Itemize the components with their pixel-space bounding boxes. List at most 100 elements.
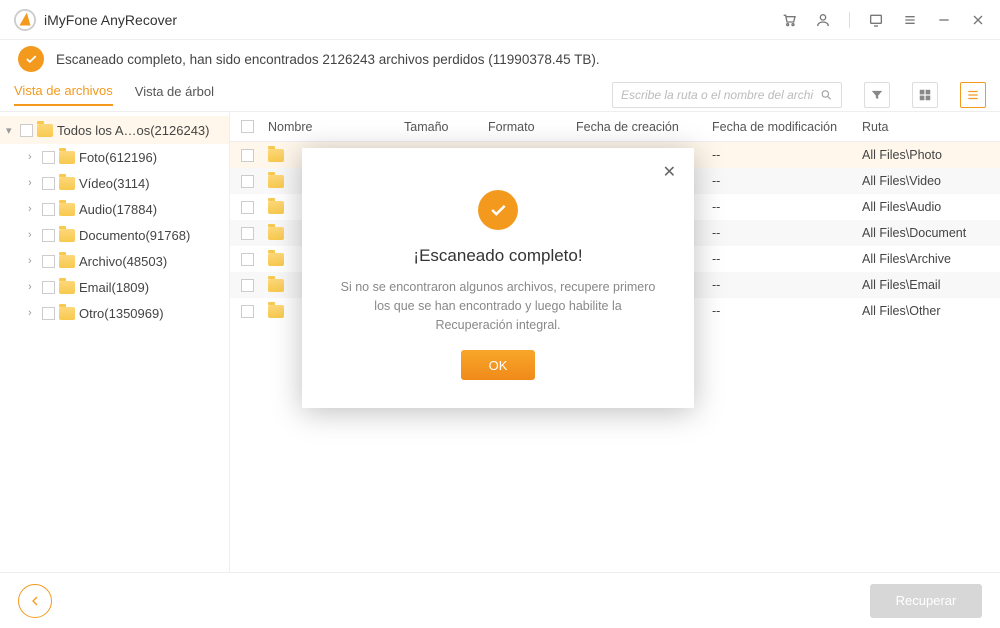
modal-ok-button[interactable]: OK [461,350,535,380]
modal-close-button[interactable]: ✕ [663,162,676,182]
checkbox[interactable] [42,281,55,294]
col-created[interactable]: Fecha de creación [576,120,712,134]
row-checkbox[interactable] [241,175,254,188]
sidebar-item-label: Otro(1350969) [79,306,164,321]
row-checkbox[interactable] [241,279,254,292]
select-all-checkbox[interactable] [241,120,254,133]
row-checkbox[interactable] [241,253,254,266]
folder-icon [59,177,75,190]
cart-icon[interactable] [781,12,797,28]
footer: Recuperar [0,572,1000,628]
row-checkbox[interactable] [241,305,254,318]
chevron-right-icon[interactable]: › [28,177,38,189]
titlebar: iMyFone AnyRecover [0,0,1000,40]
sidebar-item[interactable]: › Archivo(48503) [0,248,229,274]
close-icon[interactable] [970,12,986,28]
app-title: iMyFone AnyRecover [44,12,781,28]
cell-modified: -- [712,148,862,162]
sidebar-item[interactable]: › Vídeo(3114) [0,170,229,196]
filter-button[interactable] [864,82,890,108]
cell-path: All Files\Email [862,278,1000,292]
col-name[interactable]: Nombre [264,120,404,134]
row-checkbox[interactable] [241,227,254,240]
cell-path: All Files\Document [862,226,1000,240]
status-check-icon [18,46,44,72]
chevron-down-icon[interactable]: ▾ [6,124,16,137]
folder-icon [37,124,53,137]
folder-icon [268,227,284,240]
folder-icon [268,149,284,162]
menu-icon[interactable] [902,12,918,28]
search-input[interactable] [621,88,814,102]
user-icon[interactable] [815,12,831,28]
sidebar-item[interactable]: › Documento(91768) [0,222,229,248]
row-checkbox[interactable] [241,149,254,162]
cell-modified: -- [712,304,862,318]
folder-icon [268,305,284,318]
modal-title: ¡Escaneado completo! [413,246,582,266]
checkbox[interactable] [42,177,55,190]
status-text: Escaneado completo, han sido encontrados… [56,52,600,67]
list-view-button[interactable] [960,82,986,108]
sidebar-item-label: Documento(91768) [79,228,190,243]
cell-modified: -- [712,252,862,266]
tabs-row: Vista de archivos Vista de árbol [0,78,1000,112]
cell-path: All Files\Photo [862,148,1000,162]
folder-icon [59,229,75,242]
app-window: iMyFone AnyRecover Escaneado completo, h… [0,0,1000,628]
app-logo-icon [14,9,36,31]
cell-modified: -- [712,200,862,214]
cell-path: All Files\Audio [862,200,1000,214]
checkbox[interactable] [20,124,33,137]
cell-modified: -- [712,278,862,292]
sidebar-item[interactable]: › Foto(612196) [0,144,229,170]
recover-button[interactable]: Recuperar [870,584,982,618]
folder-icon [59,151,75,164]
checkbox[interactable] [42,255,55,268]
checkbox[interactable] [42,203,55,216]
sidebar-item-label: Audio(17884) [79,202,157,217]
separator [849,12,850,28]
chevron-right-icon[interactable]: › [28,307,38,319]
col-modified[interactable]: Fecha de modificación [712,120,862,134]
cell-modified: -- [712,174,862,188]
sidebar-item-label: Archivo(48503) [79,254,167,269]
tree-root-label: Todos los A…os(2126243) [57,123,209,138]
feedback-icon[interactable] [868,12,884,28]
folder-icon [59,203,75,216]
minimize-icon[interactable] [936,12,952,28]
search-icon[interactable] [820,88,833,102]
folder-icon [268,175,284,188]
row-checkbox[interactable] [241,201,254,214]
modal-text: Si no se encontraron algunos archivos, r… [320,278,676,334]
tab-file-view[interactable]: Vista de archivos [14,83,113,106]
col-size[interactable]: Tamaño [404,120,488,134]
checkbox[interactable] [42,307,55,320]
chevron-right-icon[interactable]: › [28,229,38,241]
sidebar-item-label: Foto(612196) [79,150,157,165]
chevron-right-icon[interactable]: › [28,151,38,163]
cell-path: All Files\Other [862,304,1000,318]
chevron-right-icon[interactable]: › [28,255,38,267]
col-path[interactable]: Ruta [862,120,1000,134]
checkbox[interactable] [42,229,55,242]
back-button[interactable] [18,584,52,618]
tab-tree-view[interactable]: Vista de árbol [135,84,214,105]
checkbox[interactable] [42,151,55,164]
sidebar-item[interactable]: › Audio(17884) [0,196,229,222]
sidebar-item[interactable]: ›Email(1809) [0,274,229,300]
search-box[interactable] [612,82,842,108]
chevron-right-icon[interactable]: › [28,203,38,215]
chevron-right-icon[interactable]: › [28,281,38,293]
sidebar-item-label: Vídeo(3114) [79,176,150,191]
sidebar-item[interactable]: › Otro(1350969) [0,300,229,326]
table-header: Nombre Tamaño Formato Fecha de creación … [230,112,1000,142]
cell-path: All Files\Archive [862,252,1000,266]
modal-check-icon [478,190,518,230]
grid-view-button[interactable] [912,82,938,108]
folder-icon [268,253,284,266]
cell-modified: -- [712,226,862,240]
col-format[interactable]: Formato [488,120,576,134]
tree-root[interactable]: ▾ Todos los A…os(2126243) [0,116,229,144]
folder-icon [59,307,75,320]
